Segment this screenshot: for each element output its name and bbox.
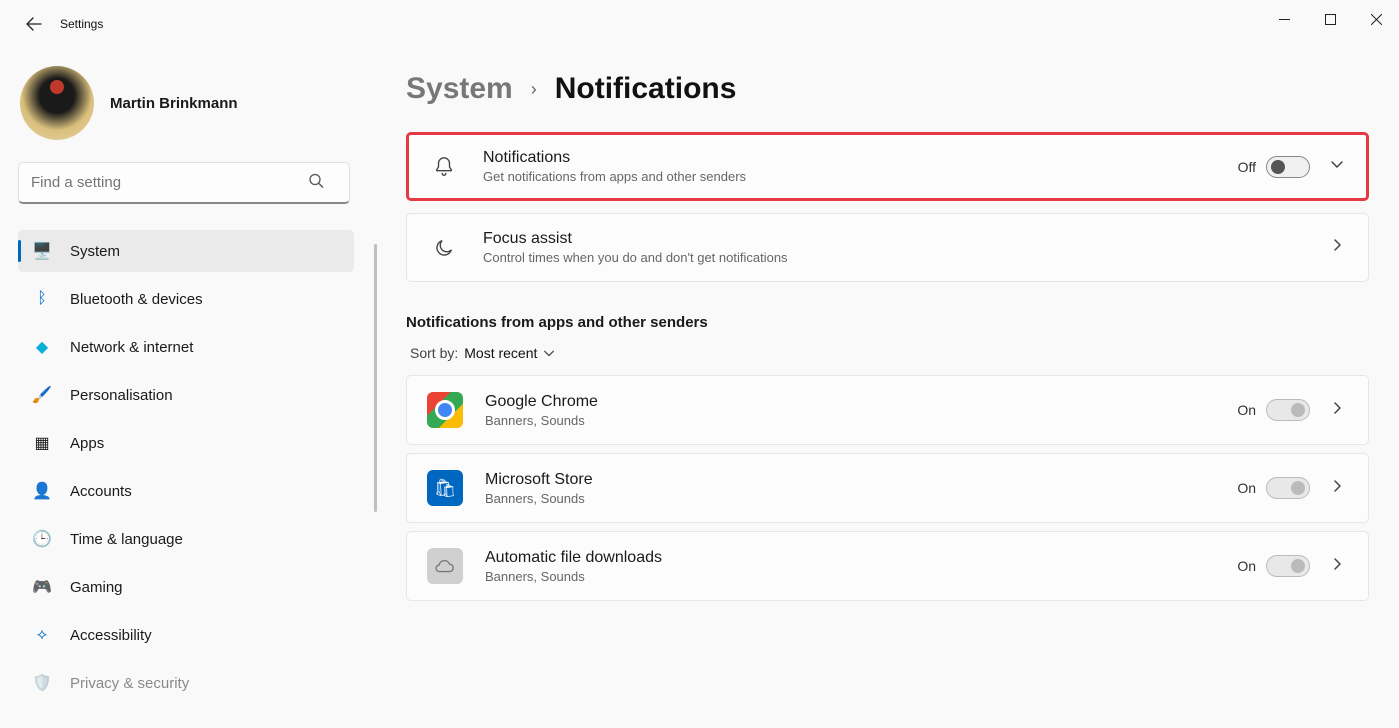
chevron-right-icon[interactable] xyxy=(1326,553,1348,580)
notifications-toggle[interactable] xyxy=(1266,156,1310,178)
sort-label: Sort by: xyxy=(410,345,458,361)
chevron-right-icon[interactable] xyxy=(1326,475,1348,502)
sidebar-item-accounts[interactable]: 👤 Accounts xyxy=(18,470,354,512)
app-title: Google Chrome xyxy=(485,393,1237,411)
chevron-down-icon xyxy=(543,347,555,359)
sidebar-item-bluetooth[interactable]: ᛒ Bluetooth & devices xyxy=(18,278,354,320)
nav-label: Network & internet xyxy=(70,339,193,356)
search-input[interactable] xyxy=(18,162,350,204)
app-subtitle: Banners, Sounds xyxy=(485,413,1237,428)
sidebar-item-accessibility[interactable]: ⟡ Accessibility xyxy=(18,614,354,656)
chevron-right-icon[interactable] xyxy=(1326,234,1348,261)
system-icon: 🖥️ xyxy=(32,241,52,261)
toggle-state-label: On xyxy=(1237,402,1256,418)
brush-icon: 🖌️ xyxy=(32,385,52,405)
page-title: Notifications xyxy=(555,72,737,106)
notifications-card[interactable]: Notifications Get notifications from app… xyxy=(406,132,1369,201)
nav-label: Personalisation xyxy=(70,387,173,404)
sidebar-scrollbar[interactable] xyxy=(374,244,377,512)
sort-value: Most recent xyxy=(464,345,537,361)
accessibility-icon: ⟡ xyxy=(32,625,52,645)
avatar xyxy=(20,66,94,140)
sidebar-item-apps[interactable]: ▦ Apps xyxy=(18,422,354,464)
minimize-icon xyxy=(1279,14,1290,25)
back-button[interactable] xyxy=(22,12,46,36)
sidebar-item-network[interactable]: ◆ Network & internet xyxy=(18,326,354,368)
app-title: Microsoft Store xyxy=(485,471,1237,489)
apps-icon: ▦ xyxy=(32,433,52,453)
close-icon xyxy=(1371,14,1382,25)
app-title: Automatic file downloads xyxy=(485,549,1237,567)
sidebar-item-gaming[interactable]: 🎮 Gaming xyxy=(18,566,354,608)
chrome-icon xyxy=(427,392,463,428)
content: System › Notifications Notifications Get… xyxy=(370,48,1399,728)
nav-label: Accessibility xyxy=(70,627,152,644)
app-row-store[interactable]: 🛍 Microsoft Store Banners, Sounds On xyxy=(406,453,1369,523)
profile-name: Martin Brinkmann xyxy=(110,95,238,112)
app-toggle[interactable] xyxy=(1266,399,1310,421)
maximize-button[interactable] xyxy=(1307,0,1353,38)
card-title: Focus assist xyxy=(483,230,1310,248)
app-row-downloads[interactable]: Automatic file downloads Banners, Sounds… xyxy=(406,531,1369,601)
chevron-right-icon[interactable] xyxy=(1326,397,1348,424)
wifi-icon: ◆ xyxy=(32,337,52,357)
card-title: Notifications xyxy=(483,149,1238,167)
window-controls xyxy=(1261,0,1399,38)
search-icon xyxy=(308,173,324,194)
maximize-icon xyxy=(1325,14,1336,25)
nav-label: Apps xyxy=(70,435,104,452)
nav-list: 🖥️ System ᛒ Bluetooth & devices ◆ Network &… xyxy=(18,230,354,704)
sidebar-item-time[interactable]: 🕒 Time & language xyxy=(18,518,354,560)
sidebar-item-privacy[interactable]: 🛡️ Privacy & security xyxy=(18,662,354,704)
close-button[interactable] xyxy=(1353,0,1399,38)
toggle-state-label: Off xyxy=(1238,159,1256,175)
card-subtitle: Control times when you do and don't get … xyxy=(483,250,1310,265)
app-subtitle: Banners, Sounds xyxy=(485,569,1237,584)
person-icon: 👤 xyxy=(32,481,52,501)
profile[interactable]: Martin Brinkmann xyxy=(18,66,354,140)
moon-icon xyxy=(427,237,461,259)
toggle-state-label: On xyxy=(1237,480,1256,496)
app-toggle[interactable] xyxy=(1266,555,1310,577)
card-subtitle: Get notifications from apps and other se… xyxy=(483,169,1238,184)
window-title: Settings xyxy=(60,17,103,31)
toggle-state-label: On xyxy=(1237,558,1256,574)
app-subtitle: Banners, Sounds xyxy=(485,491,1237,506)
breadcrumb-parent[interactable]: System xyxy=(406,72,513,106)
search-wrap xyxy=(18,162,354,204)
app-row-chrome[interactable]: Google Chrome Banners, Sounds On xyxy=(406,375,1369,445)
nav-label: Privacy & security xyxy=(70,675,189,692)
sidebar-item-system[interactable]: 🖥️ System xyxy=(18,230,354,272)
nav-label: Gaming xyxy=(70,579,123,596)
arrow-left-icon xyxy=(26,16,42,32)
sidebar: Martin Brinkmann 🖥️ System ᛒ Bluetooth & d… xyxy=(0,48,370,728)
breadcrumb: System › Notifications xyxy=(406,72,1369,106)
nav-label: Time & language xyxy=(70,531,183,548)
shield-icon: 🛡️ xyxy=(32,673,52,693)
gamepad-icon: 🎮 xyxy=(32,577,52,597)
bluetooth-icon: ᛒ xyxy=(32,289,52,309)
nav-label: Bluetooth & devices xyxy=(70,291,203,308)
clock-icon: 🕒 xyxy=(32,529,52,549)
chevron-down-icon[interactable] xyxy=(1326,153,1348,180)
chevron-right-icon: › xyxy=(531,79,537,100)
titlebar: Settings xyxy=(0,0,1399,48)
bell-icon xyxy=(427,156,461,178)
focus-assist-card[interactable]: Focus assist Control times when you do a… xyxy=(406,213,1369,282)
nav-label: Accounts xyxy=(70,483,132,500)
sidebar-item-personalisation[interactable]: 🖌️ Personalisation xyxy=(18,374,354,416)
app-toggle[interactable] xyxy=(1266,477,1310,499)
section-title: Notifications from apps and other sender… xyxy=(406,314,1369,331)
minimize-button[interactable] xyxy=(1261,0,1307,38)
store-icon: 🛍 xyxy=(427,470,463,506)
sort-by-dropdown[interactable]: Sort by: Most recent xyxy=(406,345,1369,361)
cloud-icon xyxy=(427,548,463,584)
nav-label: System xyxy=(70,243,120,260)
